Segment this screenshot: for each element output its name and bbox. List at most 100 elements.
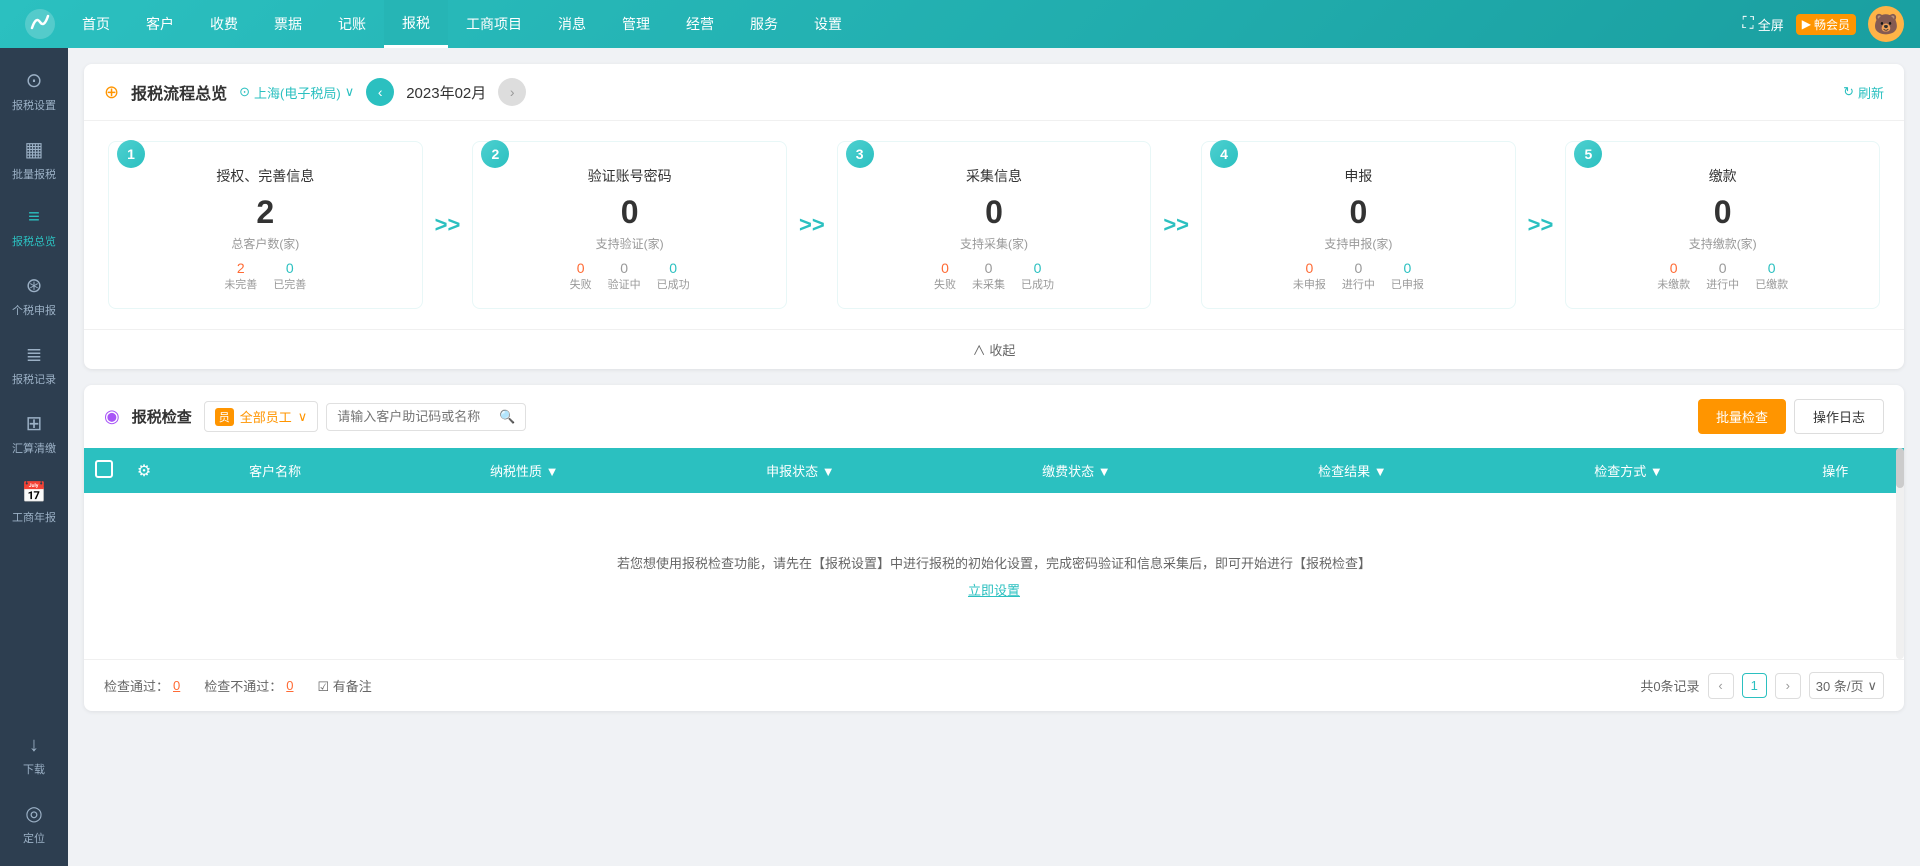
tc-footer: 检查通过： 0 检查不通过： 0 ☑ 有备注 共0条记录 ‹ 1 › 30 条/… xyxy=(84,659,1904,711)
top-menu-item-首页[interactable]: 首页 xyxy=(64,0,128,48)
top-menu-item-设置[interactable]: 设置 xyxy=(796,0,860,48)
next-page-btn[interactable]: › xyxy=(1775,673,1801,699)
tax-check-card: ◉ 报税检查 员 全部员工 ∨ 🔍 批量检查 操作日志 xyxy=(84,385,1904,711)
tax-type-header[interactable]: 纳税性质 ▼ xyxy=(386,448,662,493)
pagination: 共0条记录 ‹ 1 › 30 条/页 ∨ xyxy=(1640,672,1884,699)
tc-title-icon: ◉ xyxy=(104,406,120,427)
sidebar-icon: 📅 xyxy=(22,480,47,505)
top-menu-item-票据[interactable]: 票据 xyxy=(256,0,320,48)
stat-num: 2 xyxy=(224,260,257,276)
top-menu-item-收费[interactable]: 收费 xyxy=(192,0,256,48)
stat-num: 0 xyxy=(657,260,690,276)
top-right-area: ⛶ 全屏 ▶ 畅会员 🐻 xyxy=(1743,6,1904,42)
po-prev-btn[interactable]: ‹ xyxy=(366,78,394,106)
top-menu-item-经营[interactable]: 经营 xyxy=(668,0,732,48)
top-menu-item-客户[interactable]: 客户 xyxy=(128,0,192,48)
pay-status-header[interactable]: 缴费状态 ▼ xyxy=(938,448,1214,493)
sidebar-item-报税总览[interactable]: ≡报税总览 xyxy=(0,194,68,261)
declare-status-header[interactable]: 申报状态 ▼ xyxy=(662,448,938,493)
step-sub-5: 支持缴款(家) xyxy=(1582,235,1863,252)
search-input[interactable] xyxy=(337,409,493,424)
top-menu-item-服务[interactable]: 服务 xyxy=(732,0,796,48)
batch-check-button[interactable]: 批量检查 xyxy=(1698,399,1786,434)
fullscreen-button[interactable]: ⛶ 全屏 xyxy=(1743,15,1784,34)
stat-item: 2 未完善 xyxy=(224,260,257,292)
step-stats-5: 0 未缴款 0 进行中 0 已缴款 xyxy=(1582,260,1863,292)
pass-count[interactable]: 0 xyxy=(173,678,180,693)
step-stats-4: 0 未申报 0 进行中 0 已申报 xyxy=(1218,260,1499,292)
step-sub-2: 支持验证(家) xyxy=(489,235,770,252)
tc-title: 报税检查 xyxy=(132,406,192,427)
step-title-1: 授权、完善信息 xyxy=(125,166,406,186)
current-page[interactable]: 1 xyxy=(1742,673,1767,698)
sidebar-item-报税设置[interactable]: ⊙报税设置 xyxy=(0,56,68,125)
collapse-bar[interactable]: ∧ 收起 xyxy=(84,329,1904,369)
po-month: 2023年02月 xyxy=(406,82,486,103)
search-box: 🔍 xyxy=(326,403,526,431)
stat-num: 0 xyxy=(1342,260,1375,276)
stat-label: 未完善 xyxy=(224,276,257,292)
po-refresh-btn[interactable]: ↻ 刷新 xyxy=(1843,83,1884,102)
step-num-5: 5 xyxy=(1574,140,1602,168)
settings-header[interactable]: ⚙ xyxy=(124,448,164,493)
employee-select[interactable]: 员 全部员工 ∨ xyxy=(204,401,319,432)
search-icon[interactable]: 🔍 xyxy=(499,409,515,425)
client-name-header[interactable]: 客户名称 xyxy=(164,448,386,493)
sidebar-bottom-item-定位[interactable]: ◎定位 xyxy=(0,789,68,858)
step-stats-2: 0 失败 0 验证中 0 已成功 xyxy=(489,260,770,292)
table-header: ⚙ 客户名称 纳税性质 ▼ 申报状态 ▼ 缴费状态 ▼ 检查结果 ▼ 检查方式 … xyxy=(84,448,1904,493)
sidebar-item-工商年报[interactable]: 📅工商年报 xyxy=(0,468,68,537)
step-num-1: 1 xyxy=(117,140,145,168)
scrollbar-track xyxy=(1896,448,1904,659)
stat-label: 失败 xyxy=(934,276,956,292)
stat-num: 0 xyxy=(608,260,641,276)
stat-item: 0 未采集 xyxy=(972,260,1005,292)
step-sub-4: 支持申报(家) xyxy=(1218,235,1499,252)
scrollbar-thumb[interactable] xyxy=(1896,448,1904,488)
stat-item: 0 进行中 xyxy=(1706,260,1739,292)
po-location[interactable]: ⊙ 上海(电子税局) ∨ xyxy=(239,83,354,102)
operation-log-button[interactable]: 操作日志 xyxy=(1794,399,1884,434)
pass-stat: 检查通过： 0 xyxy=(104,676,180,695)
check-method-header[interactable]: 检查方式 ▼ xyxy=(1490,448,1766,493)
stat-num: 0 xyxy=(972,260,1005,276)
top-menu-item-管理[interactable]: 管理 xyxy=(604,0,668,48)
step-stats-3: 0 失败 0 未采集 0 已成功 xyxy=(854,260,1135,292)
check-result-header[interactable]: 检查结果 ▼ xyxy=(1214,448,1490,493)
stat-label: 未缴款 xyxy=(1657,276,1690,292)
step-arrow-1: >> xyxy=(427,141,469,309)
step-title-5: 缴款 xyxy=(1582,166,1863,186)
sidebar-item-报税记录[interactable]: ≣报税记录 xyxy=(0,330,68,399)
po-next-btn[interactable]: › xyxy=(498,78,526,106)
sidebar-bottom-item-下载[interactable]: ↓下载 xyxy=(0,722,68,789)
checkbox-header[interactable] xyxy=(84,448,124,493)
tc-filter: 员 全部员工 ∨ 🔍 xyxy=(204,401,527,432)
setting-link[interactable]: 立即设置 xyxy=(104,580,1884,599)
top-menu-item-消息[interactable]: 消息 xyxy=(540,0,604,48)
stat-label: 进行中 xyxy=(1706,276,1739,292)
avatar[interactable]: 🐻 xyxy=(1868,6,1904,42)
prev-page-btn[interactable]: ‹ xyxy=(1708,673,1734,699)
empty-row: 若您想使用报税检查功能，请先在【报税设置】中进行报税的初始化设置，完成密码验证和… xyxy=(84,493,1904,659)
step-count-3: 0 xyxy=(854,194,1135,231)
top-menu-item-记账[interactable]: 记账 xyxy=(320,0,384,48)
step-sub-1: 总客户数(家) xyxy=(125,235,406,252)
stat-num: 0 xyxy=(273,260,306,276)
po-header: ⊕ 报税流程总览 ⊙ 上海(电子税局) ∨ ‹ 2023年02月 › ↻ 刷新 xyxy=(84,64,1904,121)
sidebar-label: 报税总览 xyxy=(12,233,56,249)
sidebar-item-汇算清缴[interactable]: ⊞汇算清缴 xyxy=(0,399,68,468)
step-count-1: 2 xyxy=(125,194,406,231)
po-title: 报税流程总览 xyxy=(131,80,227,104)
top-menu-item-报税[interactable]: 报税 xyxy=(384,0,448,48)
vip-badge[interactable]: ▶ 畅会员 xyxy=(1796,14,1856,35)
process-overview-card: ⊕ 报税流程总览 ⊙ 上海(电子税局) ∨ ‹ 2023年02月 › ↻ 刷新 … xyxy=(84,64,1904,369)
top-menu-item-工商项目[interactable]: 工商项目 xyxy=(448,0,540,48)
stat-num: 0 xyxy=(1293,260,1326,276)
sidebar-item-批量报税[interactable]: ▦批量报税 xyxy=(0,125,68,194)
stat-item: 0 验证中 xyxy=(608,260,641,292)
per-page-select[interactable]: 30 条/页 ∨ xyxy=(1809,672,1884,699)
fail-count[interactable]: 0 xyxy=(286,678,293,693)
stat-num: 0 xyxy=(1021,260,1054,276)
sidebar-item-个税申报[interactable]: ⊛个税申报 xyxy=(0,261,68,330)
sidebar-label: 批量报税 xyxy=(12,166,56,182)
